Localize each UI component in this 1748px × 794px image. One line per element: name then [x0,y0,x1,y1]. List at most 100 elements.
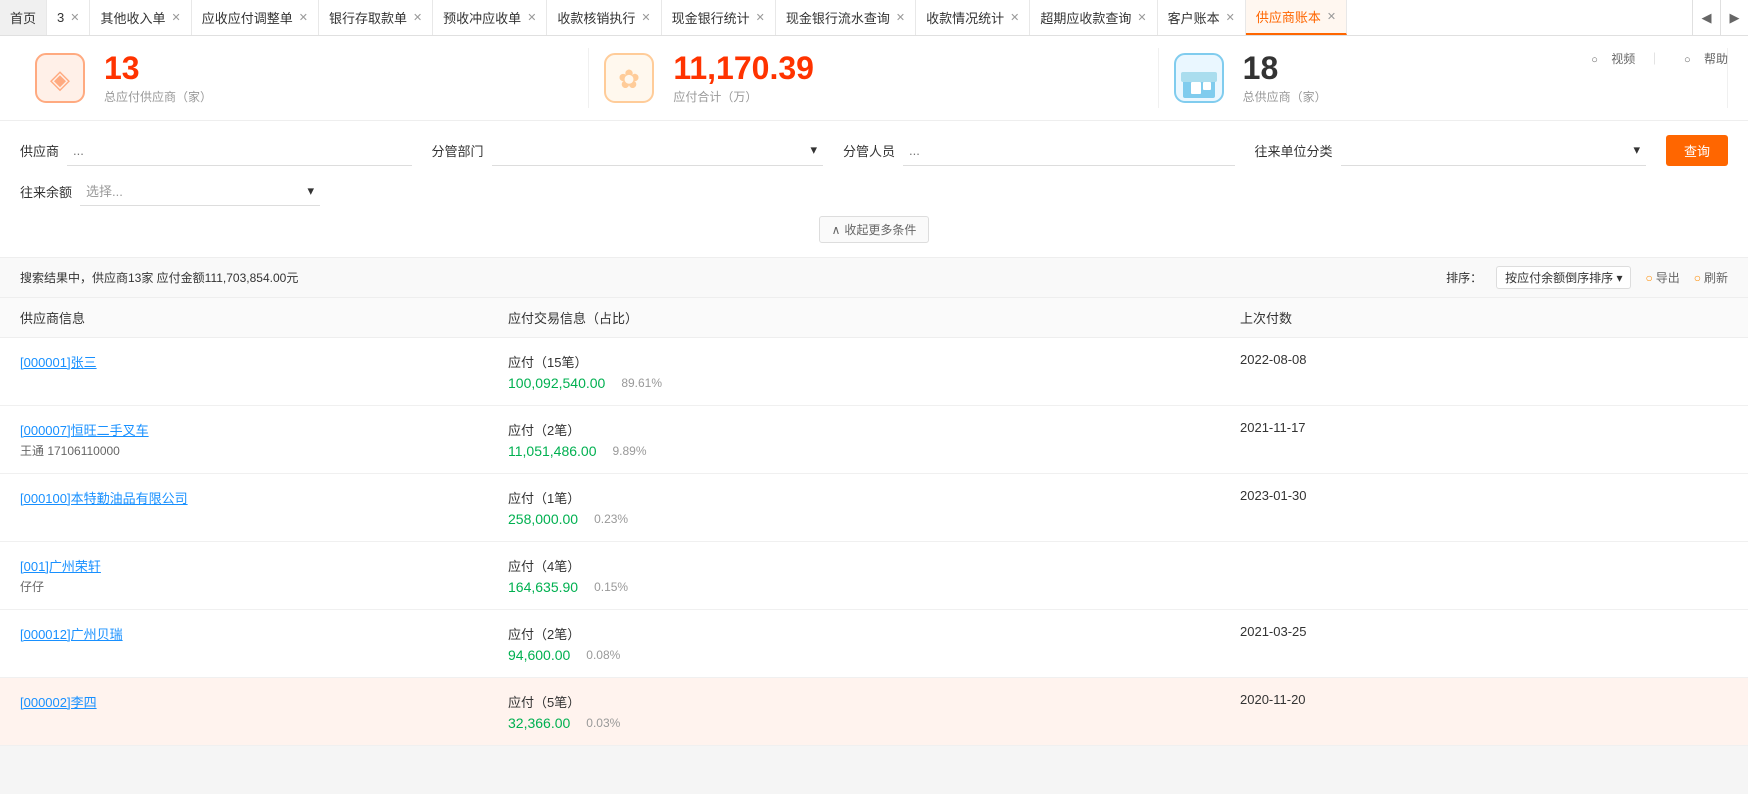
close-icon[interactable]: ✕ [1010,11,1019,24]
table-row[interactable]: [000007]恒旺二手叉车 王通 17106110000 应付（2笔） 11,… [0,406,1748,474]
stat-block-ap-amount: ✿ 11,170.39 应付合计（万） [589,48,1158,108]
table-row[interactable]: [001]广州荣轩 仔仔 应付（4笔） 164,635.90 0.15% [0,542,1748,610]
nav-tab-3[interactable]: 3 ✕ [47,0,90,35]
filter-dept: 分管部门 ▾ [432,136,824,166]
video-link[interactable]: ○ 视频 [1581,52,1638,66]
supplier-link[interactable]: [001]广州荣轩 [20,559,101,574]
close-icon[interactable]: ✕ [171,11,180,24]
supplier-link[interactable]: [000012]广州贝瑞 [20,627,123,642]
dept-chevron-icon: ▾ [810,142,817,158]
stat-content-ap-amount: 11,170.39 应付合计（万） [673,51,814,105]
total-suppliers-number: 18 [1243,51,1327,86]
nav-tab-ap-adjust[interactable]: 应收应付调整单 ✕ [192,0,319,35]
close-icon[interactable]: ✕ [1327,10,1336,23]
grain-icon: ✿ [599,48,659,108]
balance-select[interactable]: 选择... ▾ [80,176,320,206]
supplier-link[interactable]: [000001]张三 [20,355,97,370]
collapse-button[interactable]: ∧ 收起更多条件 [819,216,930,243]
tx-count: 应付（4笔） [508,556,1240,575]
supplier-info: [001]广州荣轩 仔仔 [20,556,508,595]
result-summary: 搜索结果中，供应商13家 应付金额111,703,854.00元 [20,269,298,286]
transaction-info: 应付（5笔） 32,366.00 0.03% [508,692,1240,731]
close-icon[interactable]: ✕ [1226,11,1235,24]
supplier-link[interactable]: [000100]本特勤油品有限公司 [20,491,188,506]
tx-amount: 94,600.00 [508,647,570,663]
nav-tab-other-income[interactable]: 其他收入单 ✕ [90,0,191,35]
stats-header: ◈ 13 总应付供应商（家） ✿ 11,170.39 应付合计（万） [0,36,1748,121]
close-icon[interactable]: ✕ [299,11,308,24]
nav-tab-supplier-account[interactable]: 供应商账本 ✕ [1246,0,1347,35]
filter-supplier: 供应商 [20,136,412,166]
tx-count: 应付（1笔） [508,488,1240,507]
nav-tab-bank-deposit[interactable]: 银行存取款单 ✕ [319,0,433,35]
nav-tab-advance-offset[interactable]: 预收冲应收单 ✕ [433,0,547,35]
ap-amount-number: 11,170.39 [673,51,814,86]
table-row[interactable]: [000100]本特勤油品有限公司 应付（1笔） 258,000.00 0.23… [0,474,1748,542]
nav-tab-customer-account[interactable]: 客户账本 ✕ [1158,0,1246,35]
tx-amount: 100,092,540.00 [508,375,605,391]
person-input[interactable] [903,136,1234,166]
close-icon[interactable]: ✕ [70,11,79,24]
supplier-info: [000012]广州贝瑞 [20,624,508,643]
last-pay-date: 2021-11-17 [1240,420,1728,435]
nav-tab-overdue-ap[interactable]: 超期应收款查询 ✕ [1030,0,1157,35]
nav-prev-button[interactable]: ◀ [1692,0,1720,35]
help-icon: ○ [1684,54,1691,66]
nav-next-button[interactable]: ▶ [1720,0,1748,35]
result-bar: 搜索结果中，供应商13家 应付金额111,703,854.00元 排序： 按应付… [0,258,1748,298]
close-icon[interactable]: ✕ [756,11,765,24]
filter-row-1: 供应商 分管部门 ▾ 分管人员 往来单位分类 ▾ 查询 [20,135,1728,166]
transaction-info: 应付（2笔） 94,600.00 0.08% [508,624,1240,663]
stat-content-total-suppliers: 18 总供应商（家） [1243,51,1327,105]
ap-suppliers-label: 总应付供应商（家） [104,88,212,105]
col-header-supplier: 供应商信息 [20,308,508,327]
table-row[interactable]: [000001]张三 应付（15笔） 100,092,540.00 89.61%… [0,338,1748,406]
filter-person: 分管人员 [843,136,1235,166]
table-row[interactable]: [000012]广州贝瑞 应付（2笔） 94,600.00 0.08% 2021… [0,610,1748,678]
refresh-button[interactable]: ○ 刷新 [1694,269,1728,286]
supplier-input[interactable] [67,136,411,166]
help-link[interactable]: ○ 帮助 [1674,52,1728,66]
close-icon[interactable]: ✕ [527,11,536,24]
sort-select[interactable]: 按应付余额倒序排序 ▾ [1496,266,1631,289]
export-button[interactable]: ○ 导出 [1645,269,1679,286]
close-icon[interactable]: ✕ [1137,11,1146,24]
nav-tab-cash-bank-stat[interactable]: 现金银行统计 ✕ [662,0,776,35]
supplier-label: 供应商 [20,141,59,160]
svg-text:◈: ◈ [50,64,70,94]
transaction-info: 应付（4笔） 164,635.90 0.15% [508,556,1240,595]
svg-text:✿: ✿ [618,64,640,94]
table-row[interactable]: [000002]李四 应付（5笔） 32,366.00 0.03% 2020-1… [0,678,1748,746]
person-label: 分管人员 [843,141,895,160]
last-pay-date: 2023-01-30 [1240,488,1728,503]
balance-label: 往来余额 [20,182,72,201]
close-icon[interactable]: ✕ [641,11,650,24]
tx-pct: 0.23% [594,512,628,526]
nav-tab-collect-stat[interactable]: 收款情况统计 ✕ [916,0,1030,35]
last-pay-date: 2020-11-20 [1240,692,1728,707]
close-icon[interactable]: ✕ [896,11,905,24]
category-select[interactable]: ▾ [1341,136,1646,166]
tx-pct: 89.61% [621,376,662,390]
tx-amount: 11,051,486.00 [508,443,597,459]
supplier-link[interactable]: [000007]恒旺二手叉车 [20,423,149,438]
stat-content-ap-suppliers: 13 总应付供应商（家） [104,51,212,105]
sort-label: 排序： [1446,269,1482,286]
last-pay-date: 2021-03-25 [1240,624,1728,639]
filter-row-2: 往来余额 选择... ▾ [20,176,320,206]
top-nav: 首页 3 ✕ 其他收入单 ✕ 应收应付调整单 ✕ 银行存取款单 ✕ 预收冲应收单… [0,0,1748,36]
video-icon: ○ [1591,54,1598,66]
nav-tab-cash-bank-flow[interactable]: 现金银行流水查询 ✕ [776,0,916,35]
supplier-link[interactable]: [000002]李四 [20,695,97,710]
tx-amount: 164,635.90 [508,579,578,595]
nav-tab-collect-verify[interactable]: 收款核销执行 ✕ [547,0,661,35]
export-icon: ○ [1645,271,1652,285]
nav-tab-home[interactable]: 首页 [0,0,47,35]
search-button[interactable]: 查询 [1666,135,1728,166]
tx-pct: 0.03% [586,716,620,730]
result-actions: 排序： 按应付余额倒序排序 ▾ ○ 导出 ○ 刷新 [1446,266,1728,289]
close-icon[interactable]: ✕ [413,11,422,24]
balance-chevron-icon: ▾ [307,183,314,199]
table-header: 供应商信息 应付交易信息（占比） 上次付数 [0,298,1748,338]
dept-select[interactable]: ▾ [492,136,823,166]
